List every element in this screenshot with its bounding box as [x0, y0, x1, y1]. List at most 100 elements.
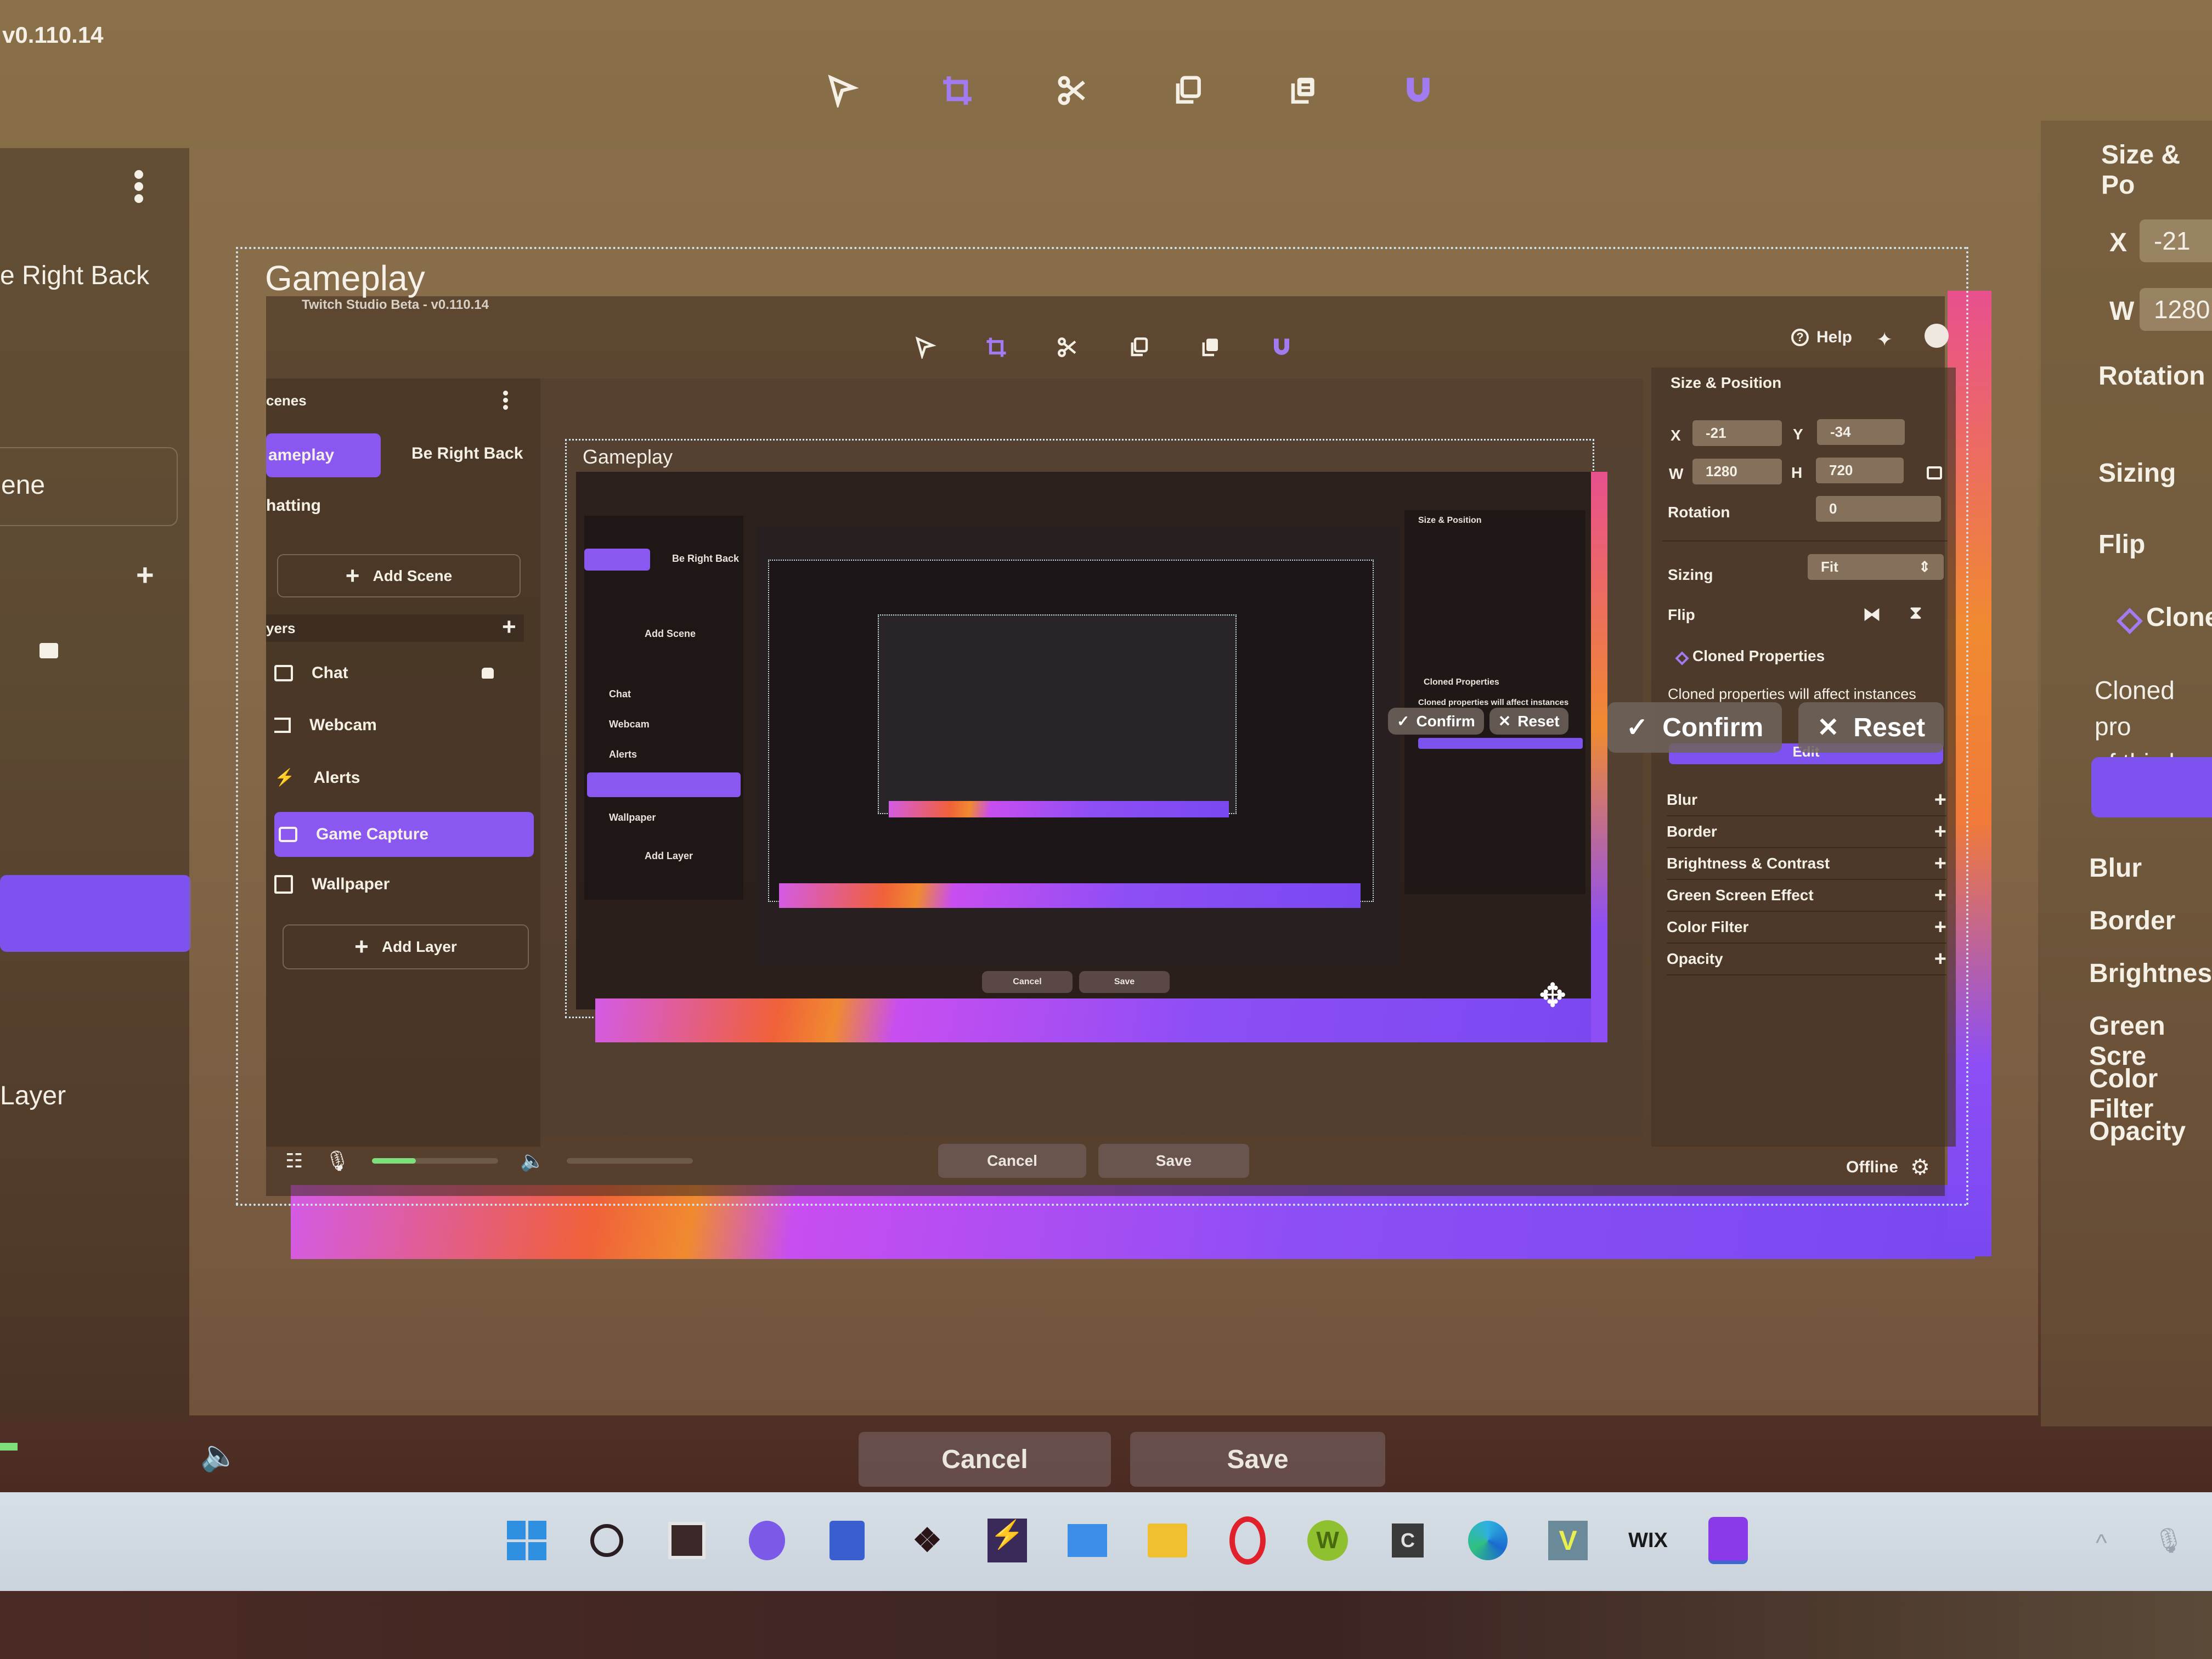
- w-input[interactable]: 1280: [2140, 288, 2212, 331]
- app-icon[interactable]: ⚡: [983, 1513, 1032, 1568]
- scene-item-gameplay[interactable]: ameplay: [266, 433, 381, 477]
- dropbox-icon[interactable]: ❖: [902, 1513, 952, 1568]
- mic-level-meter[interactable]: [371, 1158, 498, 1164]
- mic-icon[interactable]: 🎙: [325, 1149, 350, 1172]
- effect-blur[interactable]: Blur: [2089, 853, 2212, 906]
- cancel-button[interactable]: Cancel: [938, 1144, 1086, 1178]
- effect-row-brightness-contrast[interactable]: Brightness & Contrast +: [1667, 848, 1946, 880]
- effect-row-border[interactable]: Border +: [1667, 816, 1946, 848]
- sparkle-icon[interactable]: ✦: [1876, 328, 1893, 351]
- layer-item-chat[interactable]: Chat: [274, 664, 494, 682]
- cursor-icon[interactable]: [913, 336, 936, 359]
- effect-brightness[interactable]: Brightness: [2089, 958, 2212, 1011]
- add-effect-icon[interactable]: +: [1934, 947, 1946, 971]
- twitch-studio-icon[interactable]: [1703, 1513, 1753, 1568]
- layer-item-wallpaper[interactable]: Wallpaper: [274, 875, 390, 894]
- layer-item-game-capture[interactable]: Game Capture: [274, 812, 534, 857]
- add-layer-plus-icon[interactable]: +: [502, 613, 516, 641]
- mixer-icon[interactable]: ☷: [285, 1149, 303, 1172]
- scene-item-be-right-back[interactable]: e Right Back: [0, 261, 149, 291]
- mail-icon[interactable]: [1063, 1513, 1112, 1568]
- y-input[interactable]: -34: [1817, 419, 1905, 445]
- add-layer-plus-icon[interactable]: +: [136, 557, 154, 592]
- add-effect-icon[interactable]: +: [1934, 852, 1946, 876]
- crop-icon[interactable]: [985, 336, 1008, 359]
- tray-mic-icon[interactable]: 🎙: [2153, 1526, 2184, 1555]
- aspect-lock-icon[interactable]: [1927, 466, 1942, 479]
- effect-opacity[interactable]: Opacity: [2089, 1116, 2212, 1169]
- reset-button[interactable]: ✕ Reset: [1798, 702, 1944, 753]
- scenes-menu-icon[interactable]: [134, 170, 145, 203]
- opera-icon[interactable]: [1223, 1513, 1272, 1568]
- effect-row-green-screen[interactable]: Green Screen Effect +: [1667, 880, 1946, 912]
- file-explorer-icon[interactable]: [1143, 1513, 1192, 1568]
- effect-border[interactable]: Border: [2089, 906, 2212, 958]
- magnet-icon[interactable]: [1270, 336, 1293, 359]
- c-app-icon[interactable]: C: [1383, 1513, 1432, 1568]
- flip-horizontal-icon[interactable]: ⧓: [1863, 603, 1881, 625]
- help-button[interactable]: ? Help: [1791, 328, 1852, 347]
- search-icon[interactable]: [582, 1513, 631, 1568]
- help-icon: ?: [1791, 329, 1809, 346]
- windows-start-icon[interactable]: [502, 1513, 551, 1568]
- gear-icon[interactable]: ⚙: [1910, 1155, 1930, 1180]
- add-scene-button[interactable]: + Add Scene: [277, 554, 521, 597]
- v-app-icon[interactable]: V: [1543, 1513, 1593, 1568]
- teams-chat-icon[interactable]: [742, 1513, 792, 1568]
- lock-icon[interactable]: [482, 668, 494, 679]
- save-button[interactable]: Save: [1098, 1144, 1249, 1178]
- outer-speaker-icon[interactable]: 🔈: [200, 1437, 239, 1474]
- scenes-more-icon[interactable]: [503, 391, 509, 410]
- effect-color-filter[interactable]: Color Filter: [2089, 1064, 2212, 1124]
- add-effect-icon[interactable]: +: [1934, 788, 1946, 812]
- outer-cancel-button[interactable]: Cancel: [859, 1432, 1111, 1487]
- effect-green-screen[interactable]: Green Scre: [2089, 1011, 2212, 1071]
- recursive-wallpaper-strip: [595, 998, 1602, 1042]
- wix-icon[interactable]: WIX: [1623, 1513, 1673, 1568]
- sizing-select[interactable]: Fit ⇕: [1808, 554, 1944, 580]
- add-scene-button[interactable]: ene: [0, 447, 178, 526]
- w-app-icon[interactable]: W: [1303, 1513, 1352, 1568]
- x-input[interactable]: -21: [1692, 420, 1782, 446]
- layer-item-alerts[interactable]: ⚡ Alerts: [274, 768, 360, 787]
- effect-label: Brightness & Contrast: [1667, 855, 1830, 872]
- effect-row-blur[interactable]: Blur +: [1667, 785, 1946, 816]
- avatar-icon[interactable]: [1925, 324, 1949, 348]
- h-input[interactable]: 720: [1816, 458, 1904, 483]
- add-effect-icon[interactable]: +: [1934, 916, 1946, 939]
- tray-chevron-icon[interactable]: ^: [2096, 1530, 2107, 1557]
- lock-icon[interactable]: [40, 643, 58, 658]
- selected-layer-highlight[interactable]: [0, 875, 191, 952]
- scene-item-chatting[interactable]: hatting: [266, 496, 321, 515]
- add-effect-icon[interactable]: +: [1934, 884, 1946, 907]
- copy-tool-button[interactable]: [1169, 71, 1207, 110]
- add-layer-button[interactable]: + Add Layer: [283, 924, 529, 969]
- layer-item-webcam[interactable]: Webcam: [274, 716, 377, 735]
- scissors-icon[interactable]: [1056, 336, 1079, 359]
- speaker-level-meter[interactable]: [566, 1158, 693, 1164]
- effect-row-opacity[interactable]: Opacity +: [1667, 944, 1946, 975]
- paste-icon[interactable]: [1199, 336, 1222, 359]
- scene-item-be-right-back[interactable]: Be Right Back: [411, 444, 523, 463]
- speaker-icon[interactable]: 🔈: [520, 1149, 545, 1172]
- edit-button[interactable]: [2091, 757, 2212, 817]
- confirm-button[interactable]: ✓ Confirm: [1607, 702, 1782, 753]
- effect-row-color-filter[interactable]: Color Filter +: [1667, 912, 1946, 944]
- cut-tool-button[interactable]: [1053, 71, 1092, 110]
- add-effect-icon[interactable]: +: [1934, 820, 1946, 844]
- select-tool-button[interactable]: [823, 71, 861, 110]
- store-icon[interactable]: [822, 1513, 872, 1568]
- add-layer-button[interactable]: Layer: [0, 1081, 66, 1111]
- magnet-tool-button[interactable]: [1399, 71, 1437, 110]
- paste-tool-button[interactable]: [1284, 71, 1322, 110]
- rotation-input[interactable]: 0: [1816, 496, 1941, 522]
- edge-icon[interactable]: [1463, 1513, 1513, 1568]
- crop-tool-button[interactable]: [938, 71, 977, 110]
- task-view-icon[interactable]: [662, 1513, 712, 1568]
- outer-save-button[interactable]: Save: [1130, 1432, 1385, 1487]
- w-input[interactable]: 1280: [1692, 459, 1782, 484]
- x-input[interactable]: -21: [2140, 219, 2212, 262]
- recursive-add-scene: Add Scene: [645, 628, 696, 639]
- copy-icon[interactable]: [1127, 336, 1150, 359]
- flip-vertical-icon[interactable]: ⧗: [1909, 602, 1922, 624]
